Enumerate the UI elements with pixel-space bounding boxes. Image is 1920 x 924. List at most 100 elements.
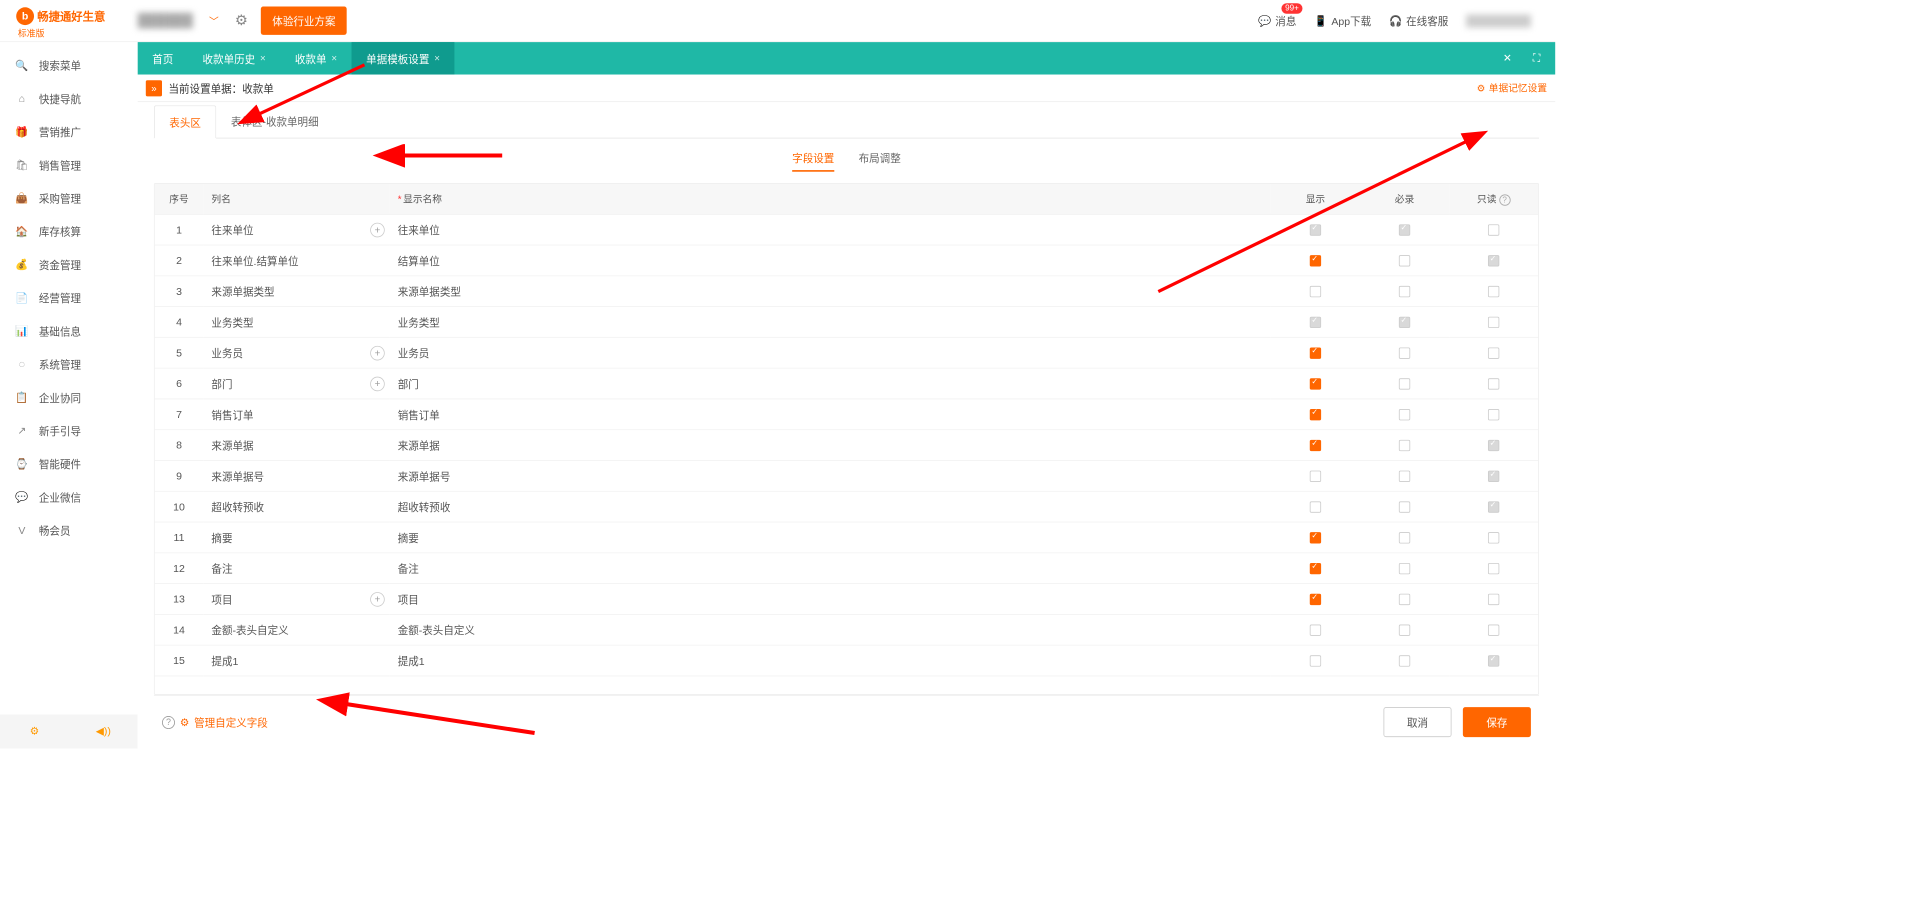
sidebar-item[interactable]: 💰资金管理 (0, 248, 138, 281)
cell-display[interactable]: 结算单位 (390, 245, 1271, 276)
save-button[interactable]: 保存 (1463, 707, 1531, 737)
checkbox[interactable] (1488, 471, 1499, 482)
checkbox[interactable] (1399, 317, 1410, 328)
checkbox[interactable] (1488, 225, 1499, 236)
page-tab[interactable]: 首页 (138, 42, 188, 74)
checkbox[interactable] (1310, 656, 1321, 667)
help-icon[interactable]: ? (162, 716, 175, 729)
checkbox[interactable] (1399, 348, 1410, 359)
cancel-button[interactable]: 取消 (1383, 707, 1451, 737)
fields-table-wrap[interactable]: 序号 列名 *显示名称 显示 必录 只读? 1往来单位+往来单位2往来单位.结算… (154, 183, 1539, 695)
checkbox[interactable] (1310, 409, 1321, 420)
checkbox[interactable] (1488, 286, 1499, 297)
sidebar-item[interactable]: ↗新手引导 (0, 414, 138, 447)
sidebar-item[interactable]: ⌚智能硬件 (0, 447, 138, 480)
checkbox[interactable] (1310, 625, 1321, 636)
cell-display[interactable]: 业务员 (390, 337, 1271, 368)
page-tab[interactable]: 收款单× (280, 42, 351, 74)
messages-link[interactable]: 💬 消息 99+ (1258, 13, 1296, 28)
sidebar-item[interactable]: ◌系统管理 (0, 347, 138, 380)
sidebar-item[interactable]: 💬企业微信 (0, 480, 138, 513)
checkbox[interactable] (1399, 532, 1410, 543)
sidebar-item[interactable]: V畅会员 (0, 514, 138, 547)
checkbox[interactable] (1310, 440, 1321, 451)
checkbox[interactable] (1310, 532, 1321, 543)
checkbox[interactable] (1310, 348, 1321, 359)
checkbox[interactable] (1399, 286, 1410, 297)
cell-display[interactable]: 来源单据 (390, 430, 1271, 461)
cell-display[interactable]: 销售订单 (390, 399, 1271, 430)
sidebar-item[interactable]: 🎁营销推广 (0, 115, 138, 148)
plus-icon[interactable]: + (370, 222, 385, 237)
page-tab[interactable]: 单据模板设置× (352, 42, 455, 74)
sub-tab[interactable]: 字段设置 (792, 150, 834, 172)
checkbox[interactable] (1310, 286, 1321, 297)
sub-tab[interactable]: 布局调整 (859, 150, 901, 172)
checkbox[interactable] (1399, 502, 1410, 513)
cell-display[interactable]: 超收转预收 (390, 491, 1271, 522)
close-icon[interactable]: × (331, 53, 337, 64)
checkbox[interactable] (1399, 594, 1410, 605)
gear-icon[interactable]: ⚙ (235, 12, 248, 29)
sidebar-item[interactable]: ⌂快捷导航 (0, 82, 138, 115)
checkbox[interactable] (1488, 656, 1499, 667)
sidebar-item[interactable]: 🔍搜索菜单 (0, 49, 138, 82)
checkbox[interactable] (1310, 317, 1321, 328)
cell-display[interactable]: 提成1 (390, 645, 1271, 676)
sidebar-item[interactable]: 👜采购管理 (0, 181, 138, 214)
checkbox[interactable] (1310, 378, 1321, 389)
settings-icon[interactable]: ⚙ (0, 714, 69, 748)
checkbox[interactable] (1310, 255, 1321, 266)
checkbox[interactable] (1488, 532, 1499, 543)
page-tab[interactable]: 收款单历史× (188, 42, 280, 74)
company-selector[interactable]: ██████ ﹀ ⚙ (138, 12, 248, 29)
cell-display[interactable]: 业务类型 (390, 307, 1271, 338)
sidebar-item[interactable]: 🛍销售管理 (0, 148, 138, 181)
checkbox[interactable] (1488, 625, 1499, 636)
checkbox[interactable] (1488, 563, 1499, 574)
checkbox[interactable] (1310, 594, 1321, 605)
sidebar-item[interactable]: 📄经营管理 (0, 281, 138, 314)
checkbox[interactable] (1488, 502, 1499, 513)
cell-display[interactable]: 备注 (390, 553, 1271, 584)
checkbox[interactable] (1310, 502, 1321, 513)
cell-display[interactable]: 项目 (390, 584, 1271, 615)
cell-display[interactable]: 往来单位 (390, 214, 1271, 245)
manage-custom-fields-link[interactable]: ? ⚙ 管理自定义字段 (162, 714, 268, 729)
checkbox[interactable] (1488, 317, 1499, 328)
checkbox[interactable] (1399, 440, 1410, 451)
checkbox[interactable] (1310, 471, 1321, 482)
close-icon[interactable]: × (260, 53, 266, 64)
plus-icon[interactable]: + (370, 345, 385, 360)
checkbox[interactable] (1399, 656, 1410, 667)
checkbox[interactable] (1488, 255, 1499, 266)
sidebar-item[interactable]: 📊基础信息 (0, 314, 138, 347)
help-icon[interactable]: ? (1499, 194, 1510, 205)
collapse-icon[interactable]: ◀)) (69, 714, 138, 748)
close-all-icon[interactable]: ✕ (1497, 48, 1518, 69)
cell-display[interactable]: 摘要 (390, 522, 1271, 553)
checkbox[interactable] (1399, 563, 1410, 574)
cell-display[interactable]: 来源单据类型 (390, 276, 1271, 307)
checkbox[interactable] (1310, 563, 1321, 574)
fullscreen-icon[interactable]: ⛶ (1526, 48, 1547, 69)
sidebar-item[interactable]: 🏠库存核算 (0, 215, 138, 248)
checkbox[interactable] (1399, 471, 1410, 482)
plus-icon[interactable]: + (370, 592, 385, 607)
cell-display[interactable]: 部门 (390, 368, 1271, 399)
checkbox[interactable] (1399, 625, 1410, 636)
doc-memory-settings-link[interactable]: ⚙ 单据记忆设置 (1477, 81, 1547, 95)
checkbox[interactable] (1488, 348, 1499, 359)
checkbox[interactable] (1488, 440, 1499, 451)
plus-icon[interactable]: + (370, 376, 385, 391)
online-cs-link[interactable]: 🎧在线客服 (1389, 13, 1448, 28)
checkbox[interactable] (1399, 225, 1410, 236)
user-menu[interactable] (1466, 14, 1531, 27)
cell-display[interactable]: 来源单据号 (390, 460, 1271, 491)
checkbox[interactable] (1310, 225, 1321, 236)
checkbox[interactable] (1399, 378, 1410, 389)
checkbox[interactable] (1488, 594, 1499, 605)
sidebar-item[interactable]: 📋企业协同 (0, 381, 138, 414)
close-icon[interactable]: × (434, 53, 440, 64)
checkbox[interactable] (1488, 409, 1499, 420)
